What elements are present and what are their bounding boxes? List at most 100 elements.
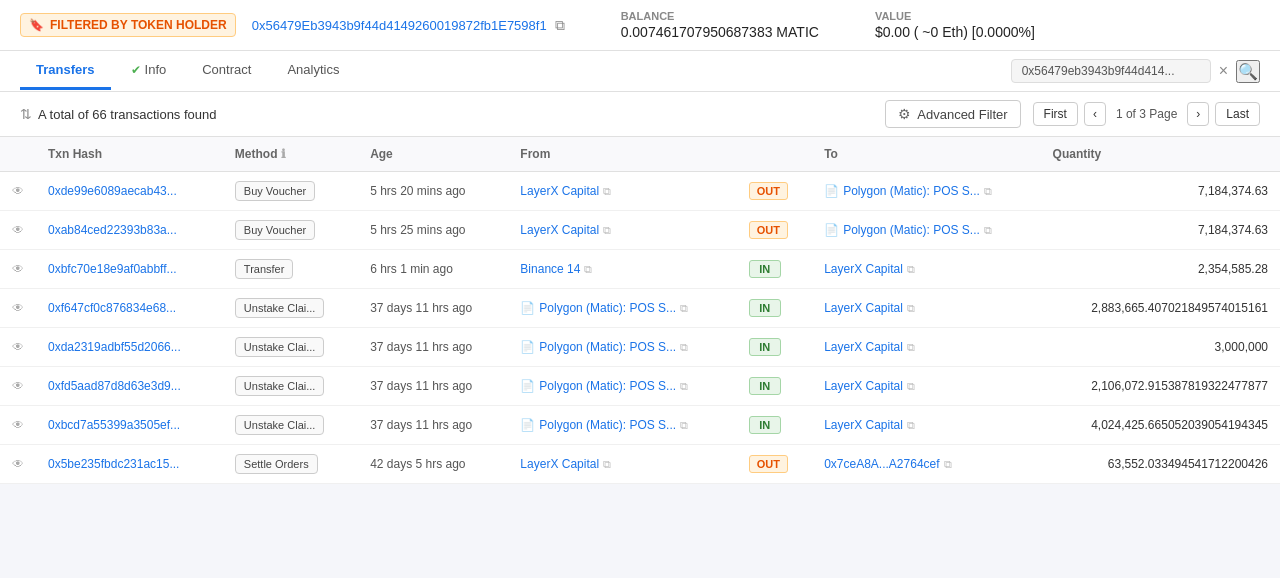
to-link[interactable]: LayerX Capital	[824, 418, 903, 432]
txn-hash-link[interactable]: 0xda2319adbf55d2066...	[48, 340, 181, 354]
method-badge: Unstake Clai...	[235, 298, 325, 318]
txn-hash-link[interactable]: 0xf647cf0c876834e68...	[48, 301, 176, 315]
direction-cell: IN	[737, 406, 812, 445]
doc-icon: 📄	[824, 184, 839, 198]
eye-cell[interactable]: 👁	[0, 250, 36, 289]
close-button[interactable]: ×	[1219, 62, 1228, 80]
nav-tabs: Transfers ✔ Info Contract Analytics	[20, 52, 355, 90]
col-eye	[0, 137, 36, 172]
copy-from-icon[interactable]: ⧉	[680, 302, 688, 315]
copy-to-icon[interactable]: ⧉	[907, 380, 915, 393]
txn-hash-link[interactable]: 0xbfc70e18e9af0abbff...	[48, 262, 177, 276]
copy-from-icon[interactable]: ⧉	[603, 185, 611, 198]
from-link[interactable]: LayerX Capital	[520, 184, 599, 198]
method-cell: Settle Orders	[223, 445, 358, 484]
col-method: Method ℹ	[223, 137, 358, 172]
eye-icon[interactable]: 👁	[12, 262, 24, 276]
hash-cell: 0xbcd7a55399a3505ef...	[36, 406, 223, 445]
eye-icon[interactable]: 👁	[12, 379, 24, 393]
eye-cell[interactable]: 👁	[0, 328, 36, 367]
copy-address-icon[interactable]: ⧉	[555, 17, 565, 34]
first-page-button[interactable]: First	[1033, 102, 1078, 126]
to-link[interactable]: LayerX Capital	[824, 379, 903, 393]
from-link[interactable]: Polygon (Matic): POS S...	[539, 379, 676, 393]
search-button[interactable]: 🔍	[1236, 60, 1260, 83]
to-link[interactable]: Polygon (Matic): POS S...	[843, 184, 980, 198]
quantity-cell: 7,184,374.63	[1041, 211, 1280, 250]
copy-to-icon[interactable]: ⧉	[907, 302, 915, 315]
direction-badge: IN	[749, 416, 781, 434]
eye-icon[interactable]: 👁	[12, 184, 24, 198]
doc-icon: 📄	[520, 301, 535, 315]
eye-cell[interactable]: 👁	[0, 406, 36, 445]
copy-from-icon[interactable]: ⧉	[584, 263, 592, 276]
tab-contract[interactable]: Contract	[186, 52, 267, 90]
to-link[interactable]: 0x7ceA8A...A2764cef	[824, 457, 939, 471]
copy-to-icon[interactable]: ⧉	[907, 263, 915, 276]
to-cell: 0x7ceA8A...A2764cef ⧉	[812, 445, 1040, 484]
doc-icon: 📄	[520, 340, 535, 354]
table-row: 👁 0xbfc70e18e9af0abbff... Transfer 6 hrs…	[0, 250, 1280, 289]
to-link[interactable]: Polygon (Matic): POS S...	[843, 223, 980, 237]
from-link[interactable]: LayerX Capital	[520, 457, 599, 471]
eye-icon[interactable]: 👁	[12, 340, 24, 354]
tab-analytics[interactable]: Analytics	[271, 52, 355, 90]
copy-from-icon[interactable]: ⧉	[603, 458, 611, 471]
col-from: From	[508, 137, 736, 172]
col-txn-hash: Txn Hash	[36, 137, 223, 172]
eye-cell[interactable]: 👁	[0, 367, 36, 406]
direction-cell: OUT	[737, 445, 812, 484]
direction-cell: OUT	[737, 172, 812, 211]
to-link[interactable]: LayerX Capital	[824, 340, 903, 354]
eye-cell[interactable]: 👁	[0, 445, 36, 484]
from-link[interactable]: Polygon (Matic): POS S...	[539, 340, 676, 354]
quantity-cell: 7,184,374.63	[1041, 172, 1280, 211]
toolbar-right: ⚙ Advanced Filter First ‹ 1 of 3 Page › …	[885, 100, 1260, 128]
copy-to-icon[interactable]: ⧉	[907, 341, 915, 354]
age-cell: 37 days 11 hrs ago	[358, 289, 508, 328]
from-link[interactable]: Polygon (Matic): POS S...	[539, 301, 676, 315]
txn-hash-link[interactable]: 0xbcd7a55399a3505ef...	[48, 418, 180, 432]
copy-from-icon[interactable]: ⧉	[680, 380, 688, 393]
txn-hash-link[interactable]: 0x5be235fbdc231ac15...	[48, 457, 179, 471]
tab-info[interactable]: ✔ Info	[115, 52, 183, 90]
last-page-button[interactable]: Last	[1215, 102, 1260, 126]
advanced-filter-button[interactable]: ⚙ Advanced Filter	[885, 100, 1020, 128]
quantity-cell: 2,883,665.407021849574015161	[1041, 289, 1280, 328]
copy-to-icon[interactable]: ⧉	[907, 419, 915, 432]
eye-icon[interactable]: 👁	[12, 418, 24, 432]
txn-hash-link[interactable]: 0xde99e6089aecab43...	[48, 184, 177, 198]
from-cell: 📄 Polygon (Matic): POS S... ⧉	[508, 406, 736, 445]
to-link[interactable]: LayerX Capital	[824, 301, 903, 315]
prev-page-button[interactable]: ‹	[1084, 102, 1106, 126]
eye-cell[interactable]: 👁	[0, 172, 36, 211]
copy-from-icon[interactable]: ⧉	[680, 419, 688, 432]
from-link[interactable]: Polygon (Matic): POS S...	[539, 418, 676, 432]
eye-icon[interactable]: 👁	[12, 457, 24, 471]
copy-to-icon[interactable]: ⧉	[984, 185, 992, 198]
eye-cell[interactable]: 👁	[0, 211, 36, 250]
eye-cell[interactable]: 👁	[0, 289, 36, 328]
eye-icon[interactable]: 👁	[12, 301, 24, 315]
quantity-cell: 2,106,072.915387819322477877	[1041, 367, 1280, 406]
from-link[interactable]: LayerX Capital	[520, 223, 599, 237]
next-page-button[interactable]: ›	[1187, 102, 1209, 126]
txn-hash-link[interactable]: 0xab84ced22393b83a...	[48, 223, 177, 237]
eye-icon[interactable]: 👁	[12, 223, 24, 237]
col-age: Age	[358, 137, 508, 172]
copy-to-icon[interactable]: ⧉	[984, 224, 992, 237]
tab-transfers[interactable]: Transfers	[20, 52, 111, 90]
filter-label: FILTERED BY TOKEN HOLDER	[50, 18, 227, 32]
doc-icon: 📄	[824, 223, 839, 237]
pagination: First ‹ 1 of 3 Page › Last	[1033, 102, 1260, 126]
copy-to-icon[interactable]: ⧉	[944, 458, 952, 471]
to-cell: 📄 Polygon (Matic): POS S... ⧉	[812, 172, 1040, 211]
copy-from-icon[interactable]: ⧉	[603, 224, 611, 237]
token-address[interactable]: 0x56479Eb3943b9f44d4149260019872fb1E7598…	[252, 18, 547, 33]
from-link[interactable]: Binance 14	[520, 262, 580, 276]
to-link[interactable]: LayerX Capital	[824, 262, 903, 276]
copy-from-icon[interactable]: ⧉	[680, 341, 688, 354]
direction-cell: IN	[737, 289, 812, 328]
txn-hash-link[interactable]: 0xfd5aad87d8d63e3d9...	[48, 379, 181, 393]
address-block: 0x56479Eb3943b9f44d4149260019872fb1E7598…	[252, 17, 565, 34]
